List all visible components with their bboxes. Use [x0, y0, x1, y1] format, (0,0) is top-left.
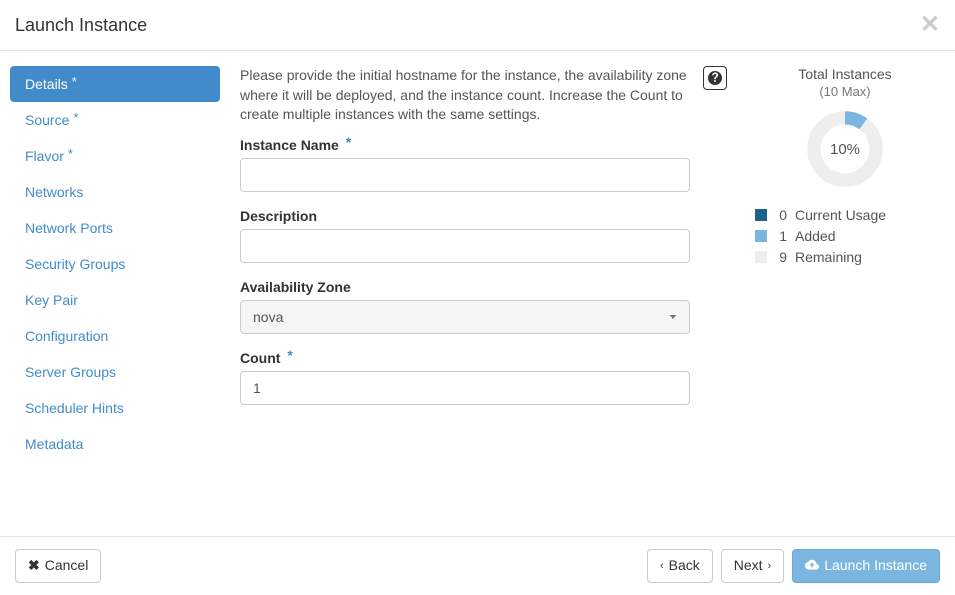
quota-donut-chart: 10%	[805, 109, 885, 189]
help-icon[interactable]	[703, 66, 727, 90]
description-input[interactable]	[240, 229, 690, 263]
modal-title: Launch Instance	[15, 15, 147, 36]
quota-max: (10 Max)	[745, 84, 945, 99]
sidebar-item-label: Key Pair	[25, 292, 78, 308]
cancel-button[interactable]: ✖ Cancel	[15, 549, 101, 583]
sidebar-item-details[interactable]: Details *	[10, 66, 220, 102]
sidebar-item-label: Metadata	[25, 436, 83, 452]
wizard-sidebar: Details * Source * Flavor * Networks Net…	[10, 66, 220, 526]
quota-title: Total Instances	[745, 66, 945, 82]
quota-percent: 10%	[805, 109, 885, 189]
required-star-icon: *	[346, 134, 351, 150]
modal-header: Launch Instance ✕	[0, 0, 955, 51]
instance-name-input[interactable]	[240, 158, 690, 192]
chevron-right-icon: ›	[768, 559, 772, 574]
sidebar-item-label: Configuration	[25, 328, 108, 344]
count-input[interactable]	[240, 371, 690, 405]
sidebar-item-label: Security Groups	[25, 256, 125, 272]
sidebar-item-security-groups[interactable]: Security Groups	[10, 246, 220, 282]
swatch-remaining-icon	[755, 251, 767, 263]
required-star-icon: *	[287, 347, 292, 363]
sidebar-item-source[interactable]: Source *	[10, 102, 220, 138]
required-star-icon: *	[73, 110, 78, 125]
availability-zone-label: Availability Zone	[240, 279, 727, 295]
sidebar-item-label: Source	[25, 112, 69, 128]
sidebar-item-flavor[interactable]: Flavor *	[10, 138, 220, 174]
count-label: Count *	[240, 350, 727, 366]
swatch-current-icon	[755, 209, 767, 221]
intro-text: Please provide the initial hostname for …	[240, 66, 693, 125]
legend-current-usage: 0 Current Usage	[755, 207, 945, 223]
sidebar-item-configuration[interactable]: Configuration	[10, 318, 220, 354]
legend-remaining: 9 Remaining	[755, 249, 945, 265]
availability-zone-select[interactable]: nova	[240, 300, 690, 334]
launch-instance-button[interactable]: Launch Instance	[792, 549, 940, 583]
x-icon: ✖	[28, 556, 40, 576]
required-star-icon: *	[72, 74, 77, 89]
sidebar-item-label: Server Groups	[25, 364, 116, 380]
description-label: Description	[240, 208, 727, 224]
sidebar-item-scheduler-hints[interactable]: Scheduler Hints	[10, 390, 220, 426]
required-star-icon: *	[68, 146, 73, 161]
next-button[interactable]: Next ›	[721, 549, 784, 583]
sidebar-item-network-ports[interactable]: Network Ports	[10, 210, 220, 246]
sidebar-item-label: Scheduler Hints	[25, 400, 124, 416]
close-icon[interactable]: ✕	[920, 13, 940, 37]
sidebar-item-label: Flavor	[25, 148, 64, 164]
sidebar-item-metadata[interactable]: Metadata	[10, 426, 220, 462]
cloud-upload-icon	[805, 556, 819, 576]
legend-added: 1 Added	[755, 228, 945, 244]
sidebar-item-label: Details	[25, 76, 68, 92]
swatch-added-icon	[755, 230, 767, 242]
sidebar-item-label: Network Ports	[25, 220, 113, 236]
chevron-left-icon: ‹	[660, 559, 664, 574]
sidebar-item-key-pair[interactable]: Key Pair	[10, 282, 220, 318]
instance-name-label: Instance Name *	[240, 137, 727, 153]
sidebar-item-server-groups[interactable]: Server Groups	[10, 354, 220, 390]
sidebar-item-networks[interactable]: Networks	[10, 174, 220, 210]
modal-footer: ✖ Cancel ‹ Back Next › Launch Instance	[0, 536, 955, 595]
sidebar-item-label: Networks	[25, 184, 83, 200]
quota-panel: Total Instances (10 Max) 10% 0	[745, 66, 945, 526]
back-button[interactable]: ‹ Back	[647, 549, 713, 583]
